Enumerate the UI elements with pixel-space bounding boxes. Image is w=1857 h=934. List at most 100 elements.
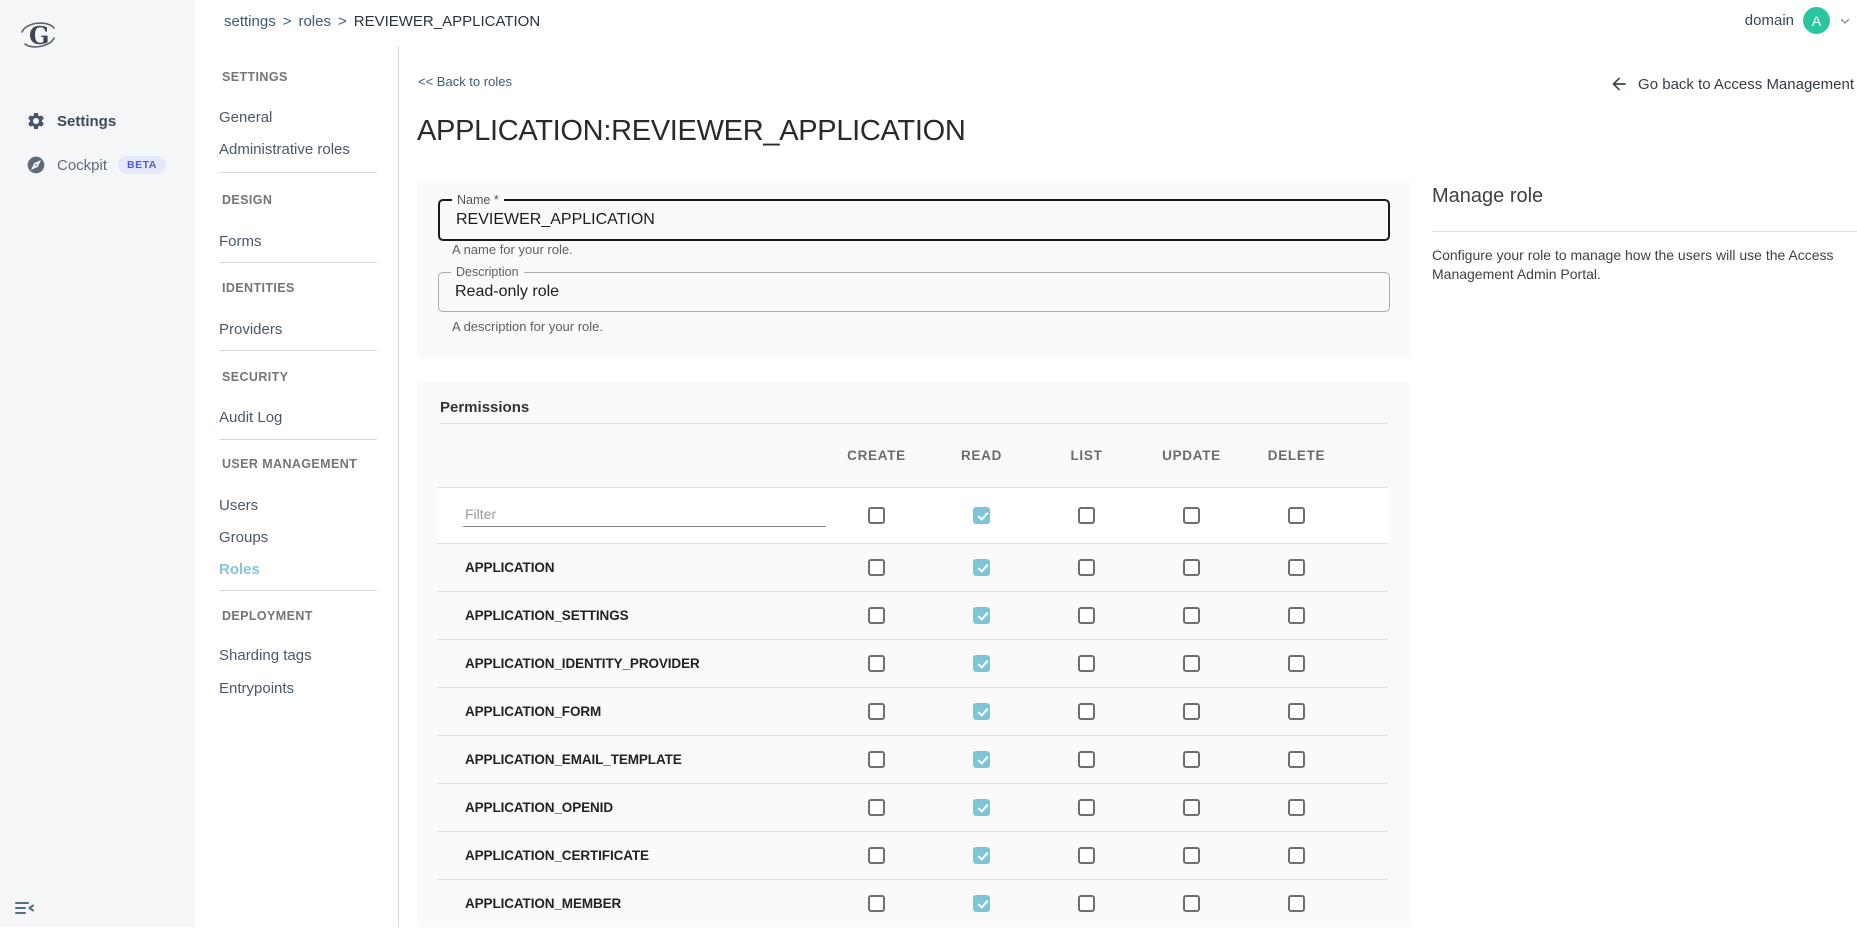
nav-item-users[interactable]: Users [219,497,258,514]
nav-item-entrypoints[interactable]: Entrypoints [219,680,294,697]
nav-item-groups[interactable]: Groups [219,529,268,546]
delete-all-checkbox[interactable] [1288,507,1305,524]
nav-section-user-management: USER MANAGEMENT [222,457,357,471]
nav-item-sharding-tags[interactable]: Sharding tags [219,647,312,664]
permission-name: APPLICATION [437,560,824,575]
permission-name: APPLICATION_IDENTITY_PROVIDER [437,656,824,671]
create-checkbox[interactable] [868,559,885,576]
list-checkbox[interactable] [1078,895,1095,912]
column-delete: DELETE [1244,448,1349,463]
permissions-card: Permissions CREATE READ LIST UPDATE DELE… [418,381,1410,927]
nav-divider [219,262,377,263]
manage-role-panel: Manage role Configure your role to manag… [1432,185,1857,284]
create-checkbox[interactable] [868,847,885,864]
read-checkbox[interactable] [973,607,990,624]
delete-checkbox[interactable] [1288,751,1305,768]
nav-item-forms[interactable]: Forms [219,233,262,250]
permission-row: APPLICATION [437,543,1388,591]
nav-item-general[interactable]: General [219,109,272,126]
permission-row: APPLICATION_FORM [437,687,1388,735]
nav-section-security: SECURITY [222,370,288,384]
list-all-checkbox[interactable] [1078,507,1095,524]
name-field: Name * [438,199,1390,241]
update-checkbox[interactable] [1183,751,1200,768]
delete-checkbox[interactable] [1288,559,1305,576]
update-checkbox[interactable] [1183,703,1200,720]
delete-checkbox[interactable] [1288,607,1305,624]
read-checkbox[interactable] [973,799,990,816]
list-checkbox[interactable] [1078,847,1095,864]
domain-selector[interactable]: domain [1745,12,1794,29]
delete-checkbox[interactable] [1288,895,1305,912]
create-all-checkbox[interactable] [868,507,885,524]
update-checkbox[interactable] [1183,607,1200,624]
description-input[interactable] [453,282,1373,302]
read-all-checkbox[interactable] [973,507,990,524]
create-checkbox[interactable] [868,799,885,816]
back-to-roles-link[interactable]: << Back to roles [418,74,512,89]
nav-item-providers[interactable]: Providers [219,321,282,338]
permission-name: APPLICATION_OPENID [437,800,824,815]
chevron-down-icon[interactable] [1839,15,1851,27]
nav-section-design: DESIGN [222,193,272,207]
create-checkbox[interactable] [868,895,885,912]
create-checkbox[interactable] [868,751,885,768]
column-read: READ [929,448,1034,463]
permissions-rows: APPLICATION APPLICATION_SETTINGS APPLICA… [437,543,1388,927]
go-back-to-access-management-link[interactable]: Go back to Access Management [1609,74,1854,94]
update-checkbox[interactable] [1183,655,1200,672]
nav-item-roles[interactable]: Roles [219,561,260,578]
read-checkbox[interactable] [973,847,990,864]
update-all-checkbox[interactable] [1183,507,1200,524]
manage-role-description: Configure your role to manage how the us… [1432,246,1852,284]
sidebar-settings-label: Settings [57,113,116,130]
list-checkbox[interactable] [1078,559,1095,576]
list-checkbox[interactable] [1078,607,1095,624]
topbar-user-area: domain A [1745,7,1851,34]
list-checkbox[interactable] [1078,799,1095,816]
update-checkbox[interactable] [1183,847,1200,864]
breadcrumb-roles[interactable]: roles [298,13,331,30]
permission-name: APPLICATION_CERTIFICATE [437,848,824,863]
read-checkbox[interactable] [973,703,990,720]
nav-vertical-divider [398,46,399,927]
breadcrumb-current: REVIEWER_APPLICATION [354,13,540,30]
menu-collapse-icon[interactable] [13,896,37,920]
column-create: CREATE [824,448,929,463]
update-checkbox[interactable] [1183,895,1200,912]
update-checkbox[interactable] [1183,559,1200,576]
list-checkbox[interactable] [1078,655,1095,672]
permission-row: APPLICATION_EMAIL_TEMPLATE [437,735,1388,783]
breadcrumb: settings>roles>REVIEWER_APPLICATION [224,13,540,30]
filter-input[interactable] [463,504,826,527]
sidebar-item-cockpit[interactable]: Cockpit BETA [26,155,166,175]
avatar[interactable]: A [1803,7,1830,34]
manage-role-title: Manage role [1432,185,1857,208]
read-checkbox[interactable] [973,895,990,912]
sidebar-item-settings[interactable]: Settings [26,111,116,131]
gravitee-logo-icon[interactable]: G [18,16,58,56]
create-checkbox[interactable] [868,655,885,672]
name-hint: A name for your role. [452,242,573,257]
breadcrumb-settings[interactable]: settings [224,13,276,30]
nav-item-administrative-roles[interactable]: Administrative roles [219,141,350,158]
svg-text:G: G [29,21,50,50]
read-checkbox[interactable] [973,655,990,672]
delete-checkbox[interactable] [1288,847,1305,864]
update-checkbox[interactable] [1183,799,1200,816]
read-checkbox[interactable] [973,559,990,576]
list-checkbox[interactable] [1078,703,1095,720]
read-checkbox[interactable] [973,751,990,768]
nav-item-audit-log[interactable]: Audit Log [219,409,282,426]
delete-checkbox[interactable] [1288,799,1305,816]
column-update: UPDATE [1139,448,1244,463]
create-checkbox[interactable] [868,703,885,720]
list-checkbox[interactable] [1078,751,1095,768]
name-input[interactable] [454,210,1374,230]
sidebar-cockpit-label: Cockpit [57,157,107,174]
delete-checkbox[interactable] [1288,703,1305,720]
delete-checkbox[interactable] [1288,655,1305,672]
name-field-label: Name * [452,193,504,207]
create-checkbox[interactable] [868,607,885,624]
go-back-label: Go back to Access Management [1638,76,1854,93]
